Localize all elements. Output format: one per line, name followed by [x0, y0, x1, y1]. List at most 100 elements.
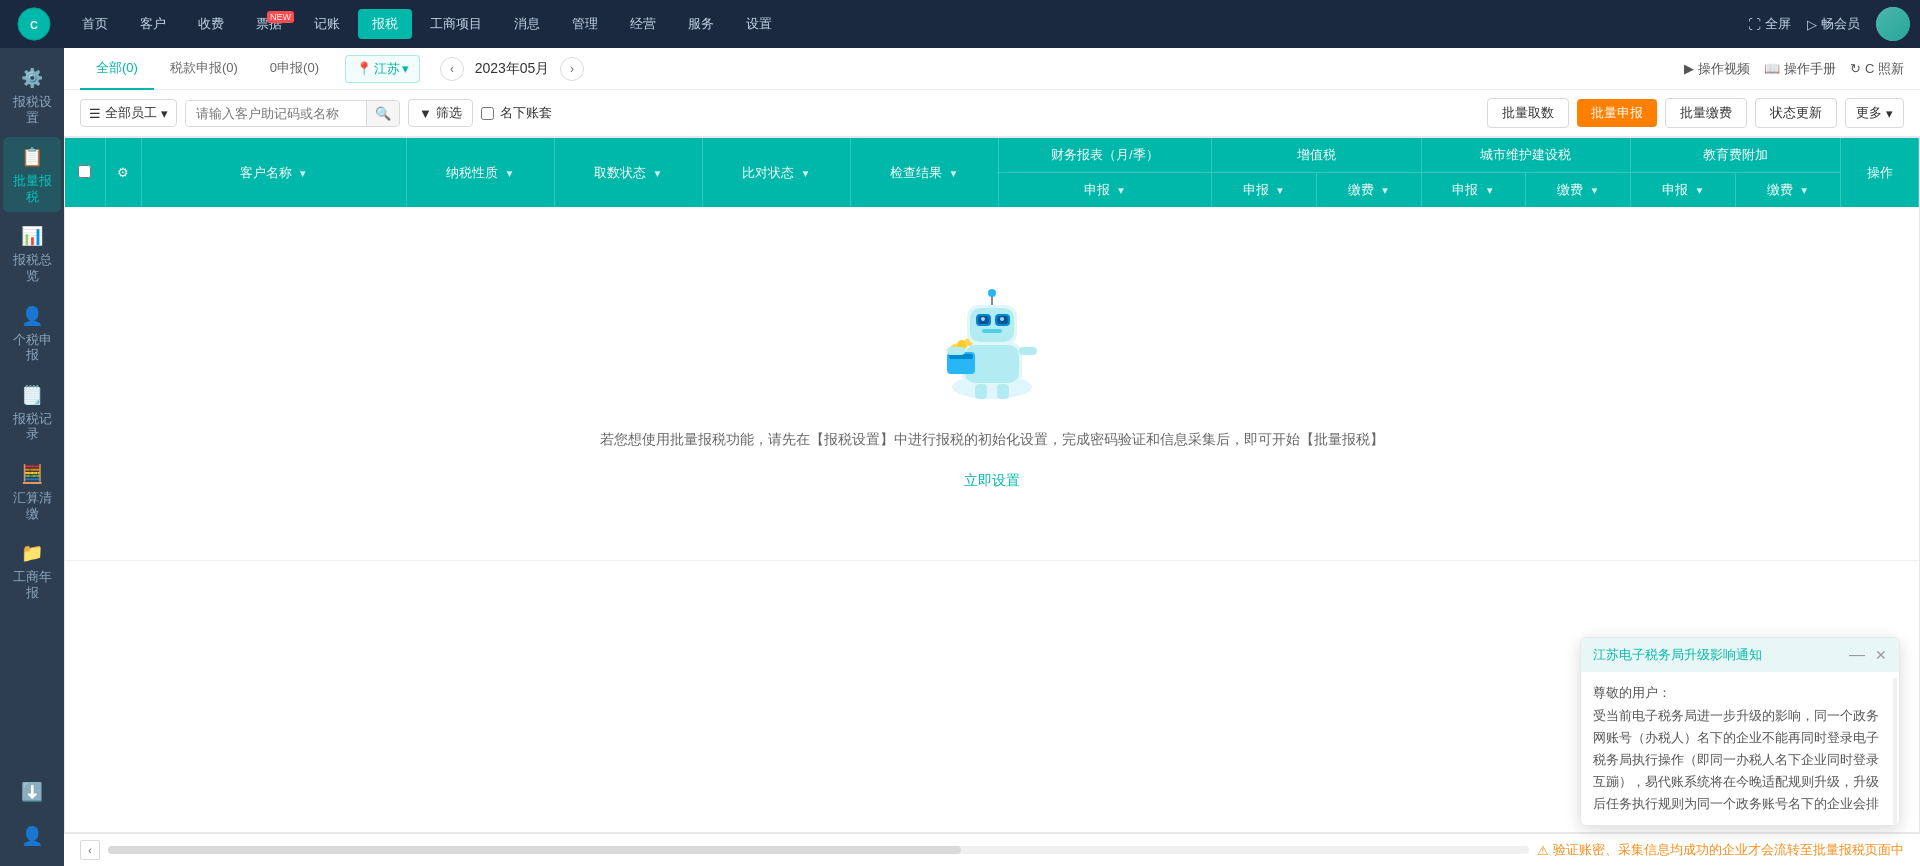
- financial-declare-filter-icon[interactable]: ▼: [1116, 185, 1126, 196]
- client-name-filter-icon[interactable]: ▼: [298, 168, 308, 179]
- sidebar: ⚙️ 报税设置 📋 批量报税 📊 报税总览 👤 个税申报 🗒️ 报税记录 🧮 汇…: [0, 48, 64, 866]
- th-urban-pay: 缴费 ▼: [1526, 173, 1631, 208]
- batch-declare-btn[interactable]: 批量申报: [1577, 99, 1657, 127]
- data-table: ⚙ 客户名称 ▼ 纳税性质 ▼ 取数状态 ▼: [65, 138, 1919, 561]
- tab-zero-declare[interactable]: 0申报 (0): [254, 48, 335, 90]
- toolbar: ☰ 全部员工 ▾ 🔍 ▼ 筛选 名下账套 批量取数 批量申报 批量缴费 状态更新: [64, 90, 1920, 137]
- scroll-left-btn[interactable]: ‹: [80, 840, 100, 860]
- batch-fetch-btn[interactable]: 批量取数: [1487, 98, 1569, 128]
- nav-item-business[interactable]: 工商项目: [416, 9, 496, 39]
- video-icon: ▶: [1684, 61, 1694, 76]
- sidebar-item-user[interactable]: 👤: [3, 816, 61, 856]
- filter-button[interactable]: ▼ 筛选: [408, 99, 473, 127]
- sidebar-item-settlement[interactable]: 🧮 汇算清缴: [3, 454, 61, 529]
- setup-link[interactable]: 立即设置: [964, 472, 1020, 490]
- tab-tax-declare[interactable]: 税款申报 (0): [154, 48, 254, 90]
- tabs-bar: 全部 (0) 税款申报 (0) 0申报 (0) 📍 江苏 ▾ ‹ 2023年05…: [64, 48, 1920, 90]
- sidebar-item-personal-tax[interactable]: 👤 个税申报: [3, 296, 61, 371]
- tax-records-icon: 🗒️: [20, 383, 44, 407]
- scrollbar-thumb: [108, 846, 961, 854]
- nav-item-invoice[interactable]: 票据 NEW: [242, 9, 296, 39]
- check-result-filter-icon[interactable]: ▼: [948, 168, 958, 179]
- sidebar-item-tax-overview[interactable]: 📊 报税总览: [3, 216, 61, 291]
- download-icon: ⬇️: [20, 780, 44, 804]
- urban-pay-filter-icon[interactable]: ▼: [1590, 185, 1600, 196]
- member-btn[interactable]: ▷ 畅会员: [1807, 15, 1860, 33]
- next-month-btn[interactable]: ›: [560, 57, 584, 81]
- tax-nature-filter-icon[interactable]: ▼: [504, 168, 514, 179]
- notif-minimize-btn[interactable]: —: [1849, 646, 1865, 664]
- nav-item-accounting[interactable]: 记账: [300, 9, 354, 39]
- th-compare-status: 比对状态 ▼: [702, 138, 850, 207]
- search-button[interactable]: 🔍: [366, 101, 399, 126]
- vat-declare-filter-icon[interactable]: ▼: [1275, 185, 1285, 196]
- nav-item-fee[interactable]: 收费: [184, 9, 238, 39]
- refresh-icon: ↻: [1850, 61, 1861, 76]
- compare-status-filter-icon[interactable]: ▼: [800, 168, 810, 179]
- th-urban-declare: 申报 ▼: [1421, 173, 1526, 208]
- tax-settings-icon: ⚙️: [20, 66, 44, 90]
- fullscreen-icon: ⛶: [1748, 17, 1761, 32]
- region-selector[interactable]: 📍 江苏 ▾: [345, 55, 420, 83]
- user-avatar[interactable]: [1876, 7, 1910, 41]
- sidebar-item-tax-settings[interactable]: ⚙️ 报税设置: [3, 58, 61, 133]
- chevron-down-icon: ▾: [1886, 106, 1893, 121]
- settlement-icon: 🧮: [20, 462, 44, 486]
- tab-all[interactable]: 全部 (0): [80, 48, 154, 90]
- nav-item-service[interactable]: 服务: [674, 9, 728, 39]
- account-checkbox[interactable]: [481, 107, 494, 120]
- th-vat-declare: 申报 ▼: [1211, 173, 1316, 208]
- operation-manual-btn[interactable]: 📖 操作手册: [1764, 60, 1836, 78]
- vat-pay-filter-icon[interactable]: ▼: [1380, 185, 1390, 196]
- empty-message: 若您想使用批量报税功能，请先在【报税设置】中进行报税的初始化设置，完成密码验证和…: [600, 427, 1384, 452]
- bottom-bar: ‹ ⚠ 验证账密、采集信息均成功的企业才会流转至批量报税页面中: [64, 833, 1920, 866]
- status-update-btn[interactable]: 状态更新: [1755, 98, 1837, 128]
- annual-report-icon: 📁: [20, 541, 44, 565]
- nav-item-settings[interactable]: 设置: [732, 9, 786, 39]
- horizontal-scrollbar[interactable]: [108, 846, 1529, 854]
- search-input[interactable]: [186, 101, 366, 126]
- personal-tax-icon: 👤: [20, 304, 44, 328]
- sidebar-item-batch-tax[interactable]: 📋 批量报税: [3, 137, 61, 212]
- list-icon: ☰: [89, 106, 101, 121]
- employee-selector[interactable]: ☰ 全部员工 ▾: [80, 99, 177, 127]
- nav-item-operate[interactable]: 经营: [616, 9, 670, 39]
- new-badge: NEW: [267, 11, 294, 23]
- refresh-btn[interactable]: ↻ C 照新: [1850, 60, 1904, 78]
- select-all-checkbox[interactable]: [78, 165, 91, 178]
- region-icon: 📍: [356, 61, 372, 76]
- operation-video-btn[interactable]: ▶ 操作视频: [1684, 60, 1750, 78]
- sidebar-item-download[interactable]: ⬇️: [3, 772, 61, 812]
- th-edu-declare: 申报 ▼: [1631, 173, 1736, 208]
- notif-close-btn[interactable]: ✕: [1875, 648, 1887, 662]
- notification-panel: 江苏电子税务局升级影响通知 — ✕ 尊敬的用户： 受当前电子税务局进一步升级的影…: [1580, 637, 1900, 826]
- fetch-status-filter-icon[interactable]: ▼: [652, 168, 662, 179]
- nav-item-client[interactable]: 客户: [126, 9, 180, 39]
- prev-month-btn[interactable]: ‹: [440, 57, 464, 81]
- fullscreen-btn[interactable]: ⛶ 全屏: [1748, 15, 1791, 33]
- nav-item-message[interactable]: 消息: [500, 9, 554, 39]
- more-btn[interactable]: 更多 ▾: [1845, 98, 1904, 128]
- svg-rect-24: [997, 384, 1009, 399]
- sidebar-item-tax-records[interactable]: 🗒️ 报税记录: [3, 375, 61, 450]
- urban-declare-filter-icon[interactable]: ▼: [1485, 185, 1495, 196]
- th-fetch-status: 取数状态 ▼: [554, 138, 702, 207]
- th-operation: 操作: [1841, 138, 1919, 207]
- edu-pay-filter-icon[interactable]: ▼: [1799, 185, 1809, 196]
- sidebar-item-annual-report[interactable]: 📁 工商年报: [3, 533, 61, 608]
- top-nav-right: ⛶ 全屏 ▷ 畅会员: [1748, 7, 1910, 41]
- top-navigation: C 首页 客户 收费 票据 NEW 记账 报税 工商项目 消息 管理 经营 服务…: [0, 0, 1920, 48]
- empty-state-row: 若您想使用批量报税功能，请先在【报税设置】中进行报税的初始化设置，完成密码验证和…: [65, 207, 1919, 561]
- batch-pay-btn[interactable]: 批量缴费: [1665, 98, 1747, 128]
- nav-item-tax[interactable]: 报税: [358, 9, 412, 39]
- th-financial-declare: 申报 ▼: [998, 173, 1211, 208]
- nav-item-home[interactable]: 首页: [68, 9, 122, 39]
- notification-scrollbar[interactable]: [1893, 678, 1897, 825]
- nav-item-manage[interactable]: 管理: [558, 9, 612, 39]
- robot-illustration: [927, 277, 1057, 407]
- svg-rect-20: [982, 329, 1002, 333]
- edu-declare-filter-icon[interactable]: ▼: [1694, 185, 1704, 196]
- svg-point-16: [981, 317, 985, 321]
- account-checkbox-label[interactable]: 名下账套: [481, 104, 552, 122]
- gear-icon[interactable]: ⚙: [117, 165, 129, 180]
